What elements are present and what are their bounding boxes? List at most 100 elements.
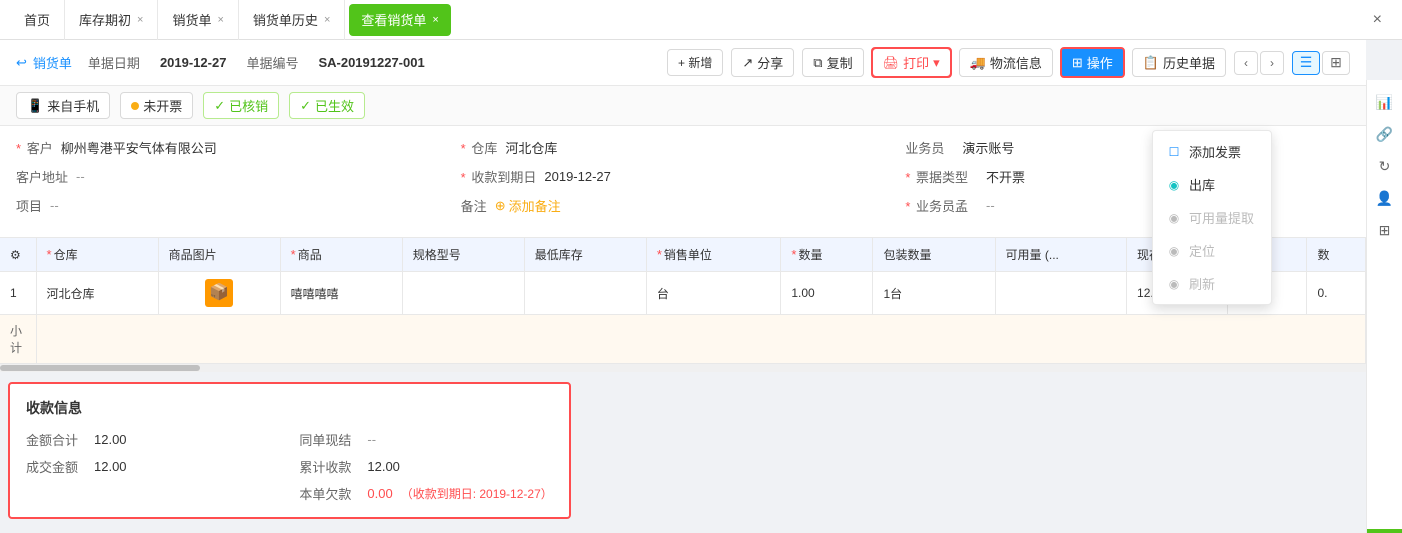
ticket-value: 不开票: [986, 167, 1025, 186]
cumulative-label: 累计收款: [299, 457, 359, 476]
th-pack-qty: 包装数量: [873, 238, 995, 272]
prev-arrow[interactable]: ‹: [1234, 51, 1258, 75]
effective-btn[interactable]: ✓ 已生效: [289, 92, 365, 119]
address-field: 客户地址 --: [16, 167, 461, 186]
doc-actions: + 新增 ↗ 分享 ⧉ 复制 🖨 打印 ▾ 🚚 物流信息: [667, 48, 1350, 77]
sidebar-refresh-icon[interactable]: ↻: [1371, 152, 1399, 180]
address-label: 客户地址: [16, 167, 68, 186]
scroll-bar[interactable]: [0, 364, 1366, 372]
close-inventory-init[interactable]: ×: [137, 14, 143, 26]
cumulative-value: 12.00: [367, 459, 400, 474]
ticket-label: * 票据类型: [905, 167, 968, 186]
dropdown-menu: ☐ 添加发票 ◉ 出库 ◉ 可用量提取 ◉ 定位 ◉ 刷新: [1152, 130, 1272, 305]
phone-icon: 📱: [27, 98, 43, 114]
dropdown-location: ◉ 定位: [1153, 234, 1271, 267]
tab-view-sales[interactable]: 查看销货单 ×: [349, 4, 450, 36]
subtotal-empty: [36, 315, 1366, 364]
tab-sales-order[interactable]: 销货单 ×: [158, 0, 238, 40]
history-button[interactable]: 📋 历史单据: [1132, 48, 1226, 77]
add-invoice-icon: ☐: [1167, 145, 1181, 159]
td-qty: 1.00: [781, 272, 873, 315]
dropdown-outbound[interactable]: ◉ 出库: [1153, 168, 1271, 201]
from-phone-btn[interactable]: 📱 来自手机: [16, 92, 110, 119]
note-label: 备注: [461, 196, 487, 215]
td-amount: 0.: [1307, 272, 1366, 315]
owed-row: 本单欠款 0.00 （收款到期日: 2019-12-27）: [299, 484, 552, 503]
close-view-sales[interactable]: ×: [432, 14, 438, 26]
biz-staff-value: --: [986, 198, 995, 213]
th-amount: 数: [1307, 238, 1366, 272]
operate-button[interactable]: ⊞ 操作: [1061, 48, 1124, 77]
sub-toolbar: 📱 来自手机 未开票 ✓ 已核销 ✓ 已生效: [0, 86, 1366, 126]
th-qty: *数量: [781, 238, 873, 272]
close-sales-history[interactable]: ×: [324, 14, 330, 26]
tab-home[interactable]: 首页: [10, 0, 65, 40]
form-row-2: 客户地址 -- * 收款到期日 2019-12-27 * 票据类型 不开票: [16, 167, 1350, 186]
share-icon: ↗: [742, 55, 753, 71]
close-all-tabs[interactable]: ×: [1363, 11, 1392, 29]
view-btns: ☰ ⊞: [1292, 51, 1350, 75]
cumulative-row: 累计收款 12.00: [299, 457, 552, 476]
next-arrow[interactable]: ›: [1260, 51, 1284, 75]
date-value: 2019-12-27: [160, 55, 227, 70]
note-field: 备注 ⊕ 添加备注: [461, 196, 906, 215]
th-unit: *销售单位: [646, 238, 781, 272]
nav-arrows: ‹ ›: [1234, 51, 1284, 75]
logistics-button[interactable]: 🚚 物流信息: [959, 48, 1053, 77]
owed-note: （收款到期日: 2019-12-27）: [401, 485, 553, 502]
form-row-1: * 客户 柳州粤港平安气体有限公司 * 仓库 河北仓库 业务员 演示账号: [16, 138, 1350, 157]
ticket-section: * 票据类型 不开票: [905, 167, 1350, 186]
td-min-stock: [524, 272, 646, 315]
deal-amount-row: 成交金额 12.00: [26, 457, 279, 476]
grid-view-btn[interactable]: ⊞: [1322, 51, 1350, 75]
warehouse-value: 河北仓库: [505, 138, 557, 157]
td-pack-qty: 1台: [873, 272, 995, 315]
warehouse-label: * 仓库: [461, 138, 498, 157]
list-view-btn[interactable]: ☰: [1292, 51, 1320, 75]
payment-grid: 金额合计 12.00 同单现结 -- 成交金额 12.00 累计收款 12.00: [26, 430, 553, 503]
th-product: *商品: [280, 238, 402, 272]
copy-button[interactable]: ⧉ 复制: [802, 48, 863, 77]
sidebar-link-icon[interactable]: 🔗: [1371, 120, 1399, 148]
doc-icon: ↩: [16, 55, 27, 71]
no-value: SA-20191227-001: [318, 55, 424, 70]
deal-amount-label: 成交金额: [26, 457, 86, 476]
th-settings[interactable]: ⚙: [0, 238, 36, 272]
td-product-img: 📦: [158, 272, 280, 315]
tab-sales-history[interactable]: 销货单历史 ×: [239, 0, 345, 40]
sidebar-expand-icon[interactable]: ⛶: [1367, 529, 1402, 533]
dropdown-add-invoice[interactable]: ☐ 添加发票: [1153, 135, 1271, 168]
staff-section: 业务员 演示账号: [905, 138, 1350, 157]
copy-icon: ⧉: [813, 55, 822, 71]
location-icon: ◉: [1167, 244, 1181, 258]
add-button[interactable]: + 新增: [667, 49, 723, 76]
share-button[interactable]: ↗ 分享: [731, 48, 794, 77]
sidebar-grid-icon[interactable]: ⊞: [1371, 216, 1399, 244]
sidebar-user-icon[interactable]: 👤: [1371, 184, 1399, 212]
print-button[interactable]: 🖨 打印 ▾: [872, 48, 951, 77]
td-available: [995, 272, 1126, 315]
td-product: 嘻嘻嘻嘻: [280, 272, 402, 315]
customer-value: 柳州粤港平安气体有限公司: [61, 138, 217, 157]
tab-inventory-init[interactable]: 库存期初 ×: [65, 0, 158, 40]
scroll-thumb[interactable]: [0, 365, 200, 371]
th-spec: 规格型号: [402, 238, 524, 272]
tab-bar: 首页 库存期初 × 销货单 × 销货单历史 × 查看销货单 × ×: [0, 0, 1402, 40]
confirmed-icon: ✓: [214, 98, 225, 114]
project-value: --: [50, 198, 59, 213]
add-note-btn[interactable]: ⊕ 添加备注: [495, 196, 561, 215]
address-value: --: [76, 169, 85, 184]
refresh-icon: ◉: [1167, 277, 1181, 291]
warehouse-field: * 仓库 河北仓库: [461, 138, 906, 157]
sidebar-chart-icon[interactable]: 📊: [1371, 88, 1399, 116]
th-warehouse: *仓库: [36, 238, 158, 272]
close-sales-order[interactable]: ×: [217, 14, 223, 26]
td-unit: 台: [646, 272, 781, 315]
add-note-icon: ⊕: [495, 198, 506, 214]
not-open-ticket-btn[interactable]: 未开票: [120, 92, 193, 119]
history-icon: 📋: [1143, 55, 1159, 71]
project-label: 项目: [16, 196, 42, 215]
confirmed-btn[interactable]: ✓ 已核销: [203, 92, 279, 119]
th-min-stock: 最低库存: [524, 238, 646, 272]
customer-label: * 客户: [16, 138, 53, 157]
